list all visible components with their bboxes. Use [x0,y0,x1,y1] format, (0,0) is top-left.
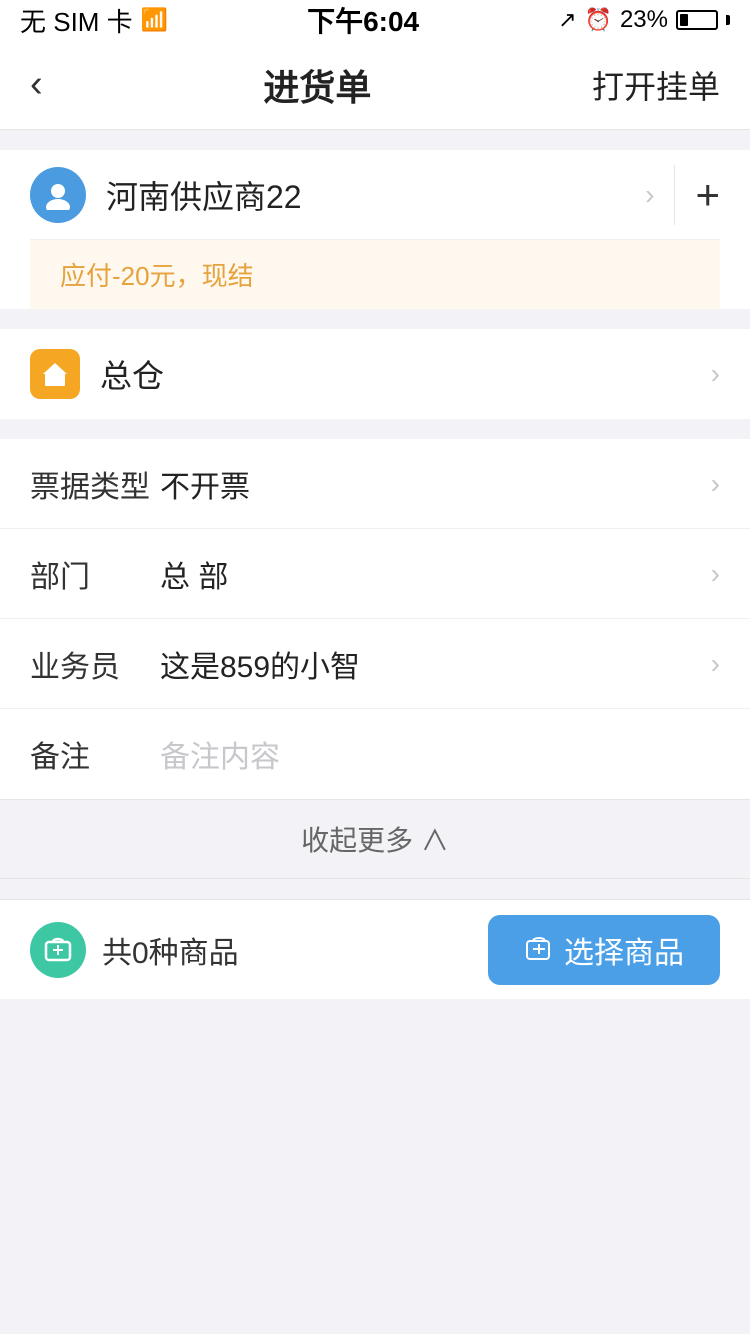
warehouse-chevron-icon: › [711,358,720,390]
supplier-avatar [30,167,86,223]
remark-row[interactable]: 备注 备注内容 [0,709,750,799]
notice-bar: 应付-20元，现结 [30,240,720,309]
remark-input[interactable]: 备注内容 [160,732,720,776]
add-supplier-button[interactable]: + [674,165,720,225]
location-icon: ↗ [558,7,576,33]
notice-text: 应付-20元，现结 [60,261,254,291]
salesperson-value: 这是859的小智 [160,642,701,686]
cart-icon-wrap [30,922,86,978]
select-goods-button[interactable]: 选择商品 [488,915,720,985]
warehouse-section: 总仓 › [0,329,750,419]
battery-indicator [676,10,718,30]
gap-4 [0,879,750,899]
supplier-name: 河南供应商22 [106,172,645,218]
status-left: 无 SIM 卡 📶 [20,2,168,39]
collapse-bar[interactable]: 收起更多 ∧ [0,799,750,879]
supplier-chevron-icon: › [645,179,654,211]
warehouse-row[interactable]: 总仓 › [0,329,750,419]
supplier-row[interactable]: 河南供应商22 › + [30,150,720,240]
form-section: 票据类型 不开票 › 部门 总 部 › 业务员 这是859的小智 › 备注 备注… [0,439,750,799]
select-goods-label: 选择商品 [564,928,684,972]
salesperson-row[interactable]: 业务员 这是859的小智 › [0,619,750,709]
gap-1 [0,130,750,150]
bottom-bar: 共0种商品 选择商品 [0,899,750,999]
gap-2 [0,309,750,329]
alarm-icon: ⏰ [585,7,612,33]
nav-bar: ‹ 进货单 打开挂单 [0,40,750,130]
carrier-label: 无 SIM 卡 [20,2,133,39]
invoice-type-value: 不开票 [160,462,701,506]
invoice-chevron-icon: › [711,468,720,500]
battery-percent: 23% [620,6,668,34]
supplier-section: 河南供应商22 › + 应付-20元，现结 [0,150,750,309]
status-bar: 无 SIM 卡 📶 下午6:04 ↗ ⏰ 23% [0,0,750,40]
time-label: 下午6:04 [307,0,419,40]
page-background [0,999,750,1299]
open-pending-button[interactable]: 打开挂单 [592,62,720,108]
invoice-type-row[interactable]: 票据类型 不开票 › [0,439,750,529]
remark-label: 备注 [30,732,150,776]
status-right: ↗ ⏰ 23% [558,6,730,34]
battery-cap [726,15,730,25]
department-chevron-icon: › [711,558,720,590]
wifi-icon: 📶 [141,7,168,33]
back-button[interactable]: ‹ [30,63,43,106]
collapse-text: 收起更多 ∧ [301,819,449,859]
salesperson-chevron-icon: › [711,648,720,680]
cart-count-text: 共0种商品 [102,928,488,972]
department-label: 部门 [30,552,150,596]
warehouse-icon [30,349,80,399]
salesperson-label: 业务员 [30,642,150,686]
gap-3 [0,419,750,439]
invoice-type-label: 票据类型 [30,462,150,506]
department-row[interactable]: 部门 总 部 › [0,529,750,619]
department-value: 总 部 [160,552,701,596]
warehouse-name: 总仓 [100,351,711,397]
page-title: 进货单 [263,59,371,111]
